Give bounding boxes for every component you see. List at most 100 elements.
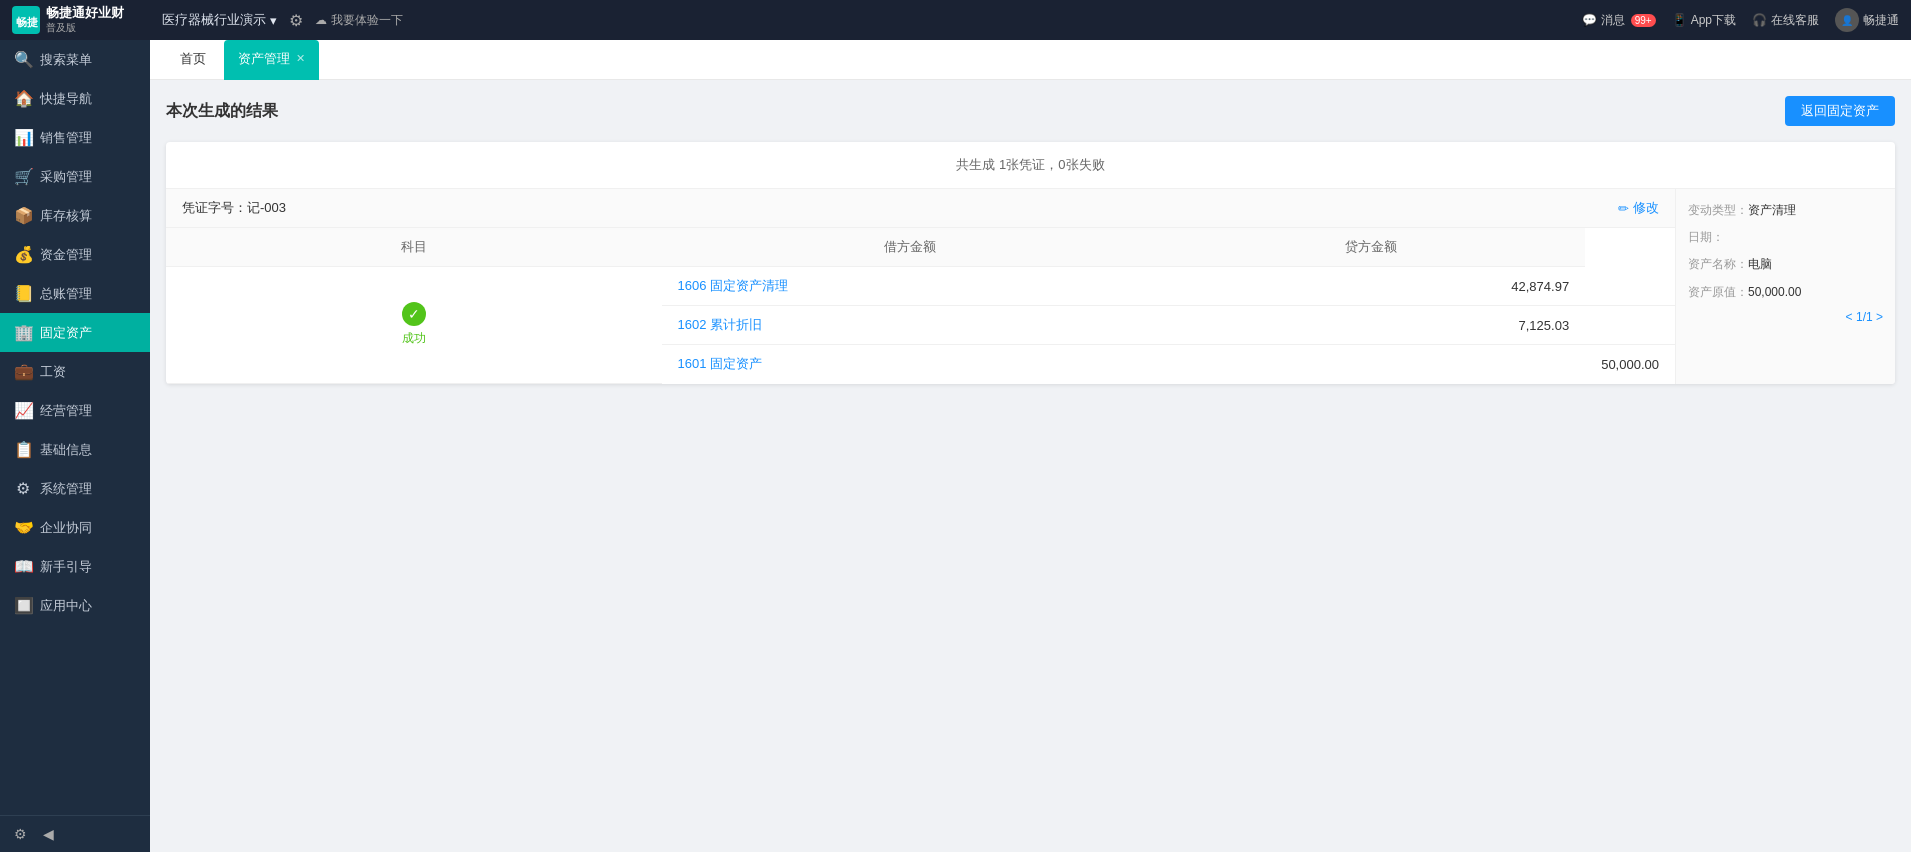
collapse-icon[interactable]: ◀ — [43, 826, 54, 842]
sidebar-label-system: 系统管理 — [40, 480, 92, 498]
user-avatar[interactable]: 👤 畅捷通 — [1835, 8, 1899, 32]
edit-button[interactable]: ✏ 修改 — [1618, 199, 1659, 217]
sidebar-item-quick-nav[interactable]: 🏠 快捷导航 — [0, 79, 150, 118]
sidebar-label-search: 搜索菜单 — [40, 51, 92, 69]
cell-credit: 50,000.00 — [1585, 345, 1675, 384]
cell-debit: 42,874.97 — [1157, 267, 1585, 306]
online-service-btn[interactable]: 🎧 在线客服 — [1752, 12, 1819, 29]
inventory-icon: 📦 — [14, 206, 32, 225]
sidebar-label-inventory: 库存核算 — [40, 207, 92, 225]
sidebar-label-quick-nav: 快捷导航 — [40, 90, 92, 108]
cell-debit: 7,125.03 — [1157, 306, 1585, 345]
page-header: 本次生成的结果 返回固定资产 — [166, 96, 1895, 126]
sidebar-item-basic-info[interactable]: 📋 基础信息 — [0, 430, 150, 469]
app-download-btn[interactable]: 📱 App下载 — [1672, 12, 1736, 29]
cell-credit — [1585, 306, 1675, 345]
back-button[interactable]: 返回固定资产 — [1785, 96, 1895, 126]
salary-icon: 💼 — [14, 362, 32, 381]
page-title: 本次生成的结果 — [166, 101, 278, 122]
messages-btn[interactable]: 💬 消息 99+ — [1582, 12, 1656, 29]
cell-subject: 1606 固定资产清理 — [662, 267, 1158, 306]
side-date-row: 日期： — [1688, 228, 1883, 247]
tab-home[interactable]: 首页 — [166, 40, 220, 80]
side-change-type-value: 资产清理 — [1748, 201, 1796, 220]
experience-btn[interactable]: ☁ 我要体验一下 — [315, 12, 403, 29]
company-selector[interactable]: 医疗器械行业演示 ▾ — [162, 11, 277, 29]
sidebar-bottom: ⚙ ◀ — [0, 815, 150, 852]
sidebar-item-operations[interactable]: 📈 经营管理 — [0, 391, 150, 430]
sidebar-label-salary: 工资 — [40, 363, 66, 381]
sidebar-item-purchase[interactable]: 🛒 采购管理 — [0, 157, 150, 196]
tab-close-icon[interactable]: ✕ — [296, 52, 305, 65]
sidebar-item-search[interactable]: 🔍 搜索菜单 — [0, 40, 150, 79]
cell-debit — [1157, 345, 1585, 384]
tab-asset-mgmt[interactable]: 资产管理 ✕ — [224, 40, 319, 80]
messages-badge: 99+ — [1631, 14, 1656, 27]
voucher-table: 科目 借方金额 贷方金额 ✓ 成功 1606 固定资产清理42,874.971602… — [166, 228, 1675, 384]
purchase-icon: 🛒 — [14, 167, 32, 186]
voucher-no: 凭证字号：记-003 — [182, 199, 286, 217]
sidebar-item-app-center[interactable]: 🔲 应用中心 — [0, 586, 150, 625]
side-asset-name-label: 资产名称： — [1688, 255, 1748, 274]
side-change-type-label: 变动类型： — [1688, 201, 1748, 220]
sidebar-label-enterprise: 企业协同 — [40, 519, 92, 537]
sidebar-item-system[interactable]: ⚙ 系统管理 — [0, 469, 150, 508]
cell-subject: 1601 固定资产 — [662, 345, 1158, 384]
cell-subject: 1602 累计折旧 — [662, 306, 1158, 345]
settings-bottom-icon[interactable]: ⚙ — [14, 826, 27, 842]
main-layout: 🔍 搜索菜单 🏠 快捷导航 📊 销售管理 🛒 采购管理 📦 库存核算 💰 — [0, 40, 1911, 852]
col-header-subject: 科目 — [166, 228, 662, 267]
sidebar-item-inventory[interactable]: 📦 库存核算 — [0, 196, 150, 235]
headset-icon: 🎧 — [1752, 13, 1767, 27]
voucher-section: 凭证字号：记-003 ✏ 修改 科目 借方金额 贷 — [166, 189, 1895, 384]
sidebar-item-fixed-assets[interactable]: 🏢 固定资产 — [0, 313, 150, 352]
logo: 畅捷 畅捷通好业财 普及版 — [12, 5, 162, 35]
sidebar-label-guide: 新手引导 — [40, 558, 92, 576]
success-text: 成功 — [402, 330, 426, 347]
app-center-icon: 🔲 — [14, 596, 32, 615]
cell-credit — [1585, 267, 1675, 306]
success-icon: ✓ — [402, 302, 426, 326]
enterprise-icon: 🤝 — [14, 518, 32, 537]
operations-icon: 📈 — [14, 401, 32, 420]
sidebar: 🔍 搜索菜单 🏠 快捷导航 📊 销售管理 🛒 采购管理 📦 库存核算 💰 — [0, 40, 150, 852]
sidebar-item-sales[interactable]: 📊 销售管理 — [0, 118, 150, 157]
search-icon: 🔍 — [14, 50, 32, 69]
pagination-next[interactable]: > — [1876, 310, 1883, 324]
sidebar-label-app-center: 应用中心 — [40, 597, 92, 615]
app-name: 畅捷通好业财 — [46, 5, 124, 21]
message-icon: 💬 — [1582, 13, 1597, 27]
phone-icon: 📱 — [1672, 13, 1687, 27]
fixed-assets-icon: 🏢 — [14, 323, 32, 342]
experience-icon: ☁ — [315, 13, 327, 27]
sidebar-item-salary[interactable]: 💼 工资 — [0, 352, 150, 391]
voucher-header-bar: 凭证字号：记-003 ✏ 修改 — [166, 189, 1675, 228]
experience-label: 我要体验一下 — [331, 12, 403, 29]
sidebar-item-guide[interactable]: 📖 新手引导 — [0, 547, 150, 586]
online-service-label: 在线客服 — [1771, 12, 1819, 29]
gear-icon[interactable]: ⚙ — [289, 11, 303, 30]
edit-label: 修改 — [1633, 199, 1659, 217]
capital-icon: 💰 — [14, 245, 32, 264]
pagination-prev[interactable]: < — [1846, 310, 1853, 324]
sidebar-item-capital[interactable]: 💰 资金管理 — [0, 235, 150, 274]
col-header-credit: 贷方金额 — [1157, 228, 1585, 267]
side-asset-value-row: 资产原值： 50,000.00 — [1688, 283, 1883, 302]
topbar: 畅捷 畅捷通好业财 普及版 医疗器械行业演示 ▾ ⚙ ☁ 我要体验一下 💬 消息… — [0, 0, 1911, 40]
success-cell: ✓ 成功 — [166, 267, 662, 384]
content-area: 首页 资产管理 ✕ 本次生成的结果 返回固定资产 共生成 1张凭证，0张失败 凭… — [150, 40, 1911, 852]
avatar: 👤 — [1835, 8, 1859, 32]
tab-home-label: 首页 — [180, 50, 206, 68]
sidebar-item-enterprise[interactable]: 🤝 企业协同 — [0, 508, 150, 547]
side-asset-name-value: 电脑 — [1748, 255, 1772, 274]
username: 畅捷通 — [1863, 12, 1899, 29]
voucher-side: 变动类型： 资产清理 日期： 资产名称： 电脑 资产原值： — [1675, 189, 1895, 384]
sidebar-label-fixed-assets: 固定资产 — [40, 324, 92, 342]
logo-icon: 畅捷 — [12, 6, 40, 34]
voucher-main: 凭证字号：记-003 ✏ 修改 科目 借方金额 贷 — [166, 189, 1675, 384]
table-header-row: 科目 借方金额 贷方金额 — [166, 228, 1675, 267]
side-asset-name-row: 资产名称： 电脑 — [1688, 255, 1883, 274]
sidebar-item-ledger[interactable]: 📒 总账管理 — [0, 274, 150, 313]
result-summary: 共生成 1张凭证，0张失败 — [166, 142, 1895, 189]
result-panel: 共生成 1张凭证，0张失败 凭证字号：记-003 ✏ 修改 — [166, 142, 1895, 384]
